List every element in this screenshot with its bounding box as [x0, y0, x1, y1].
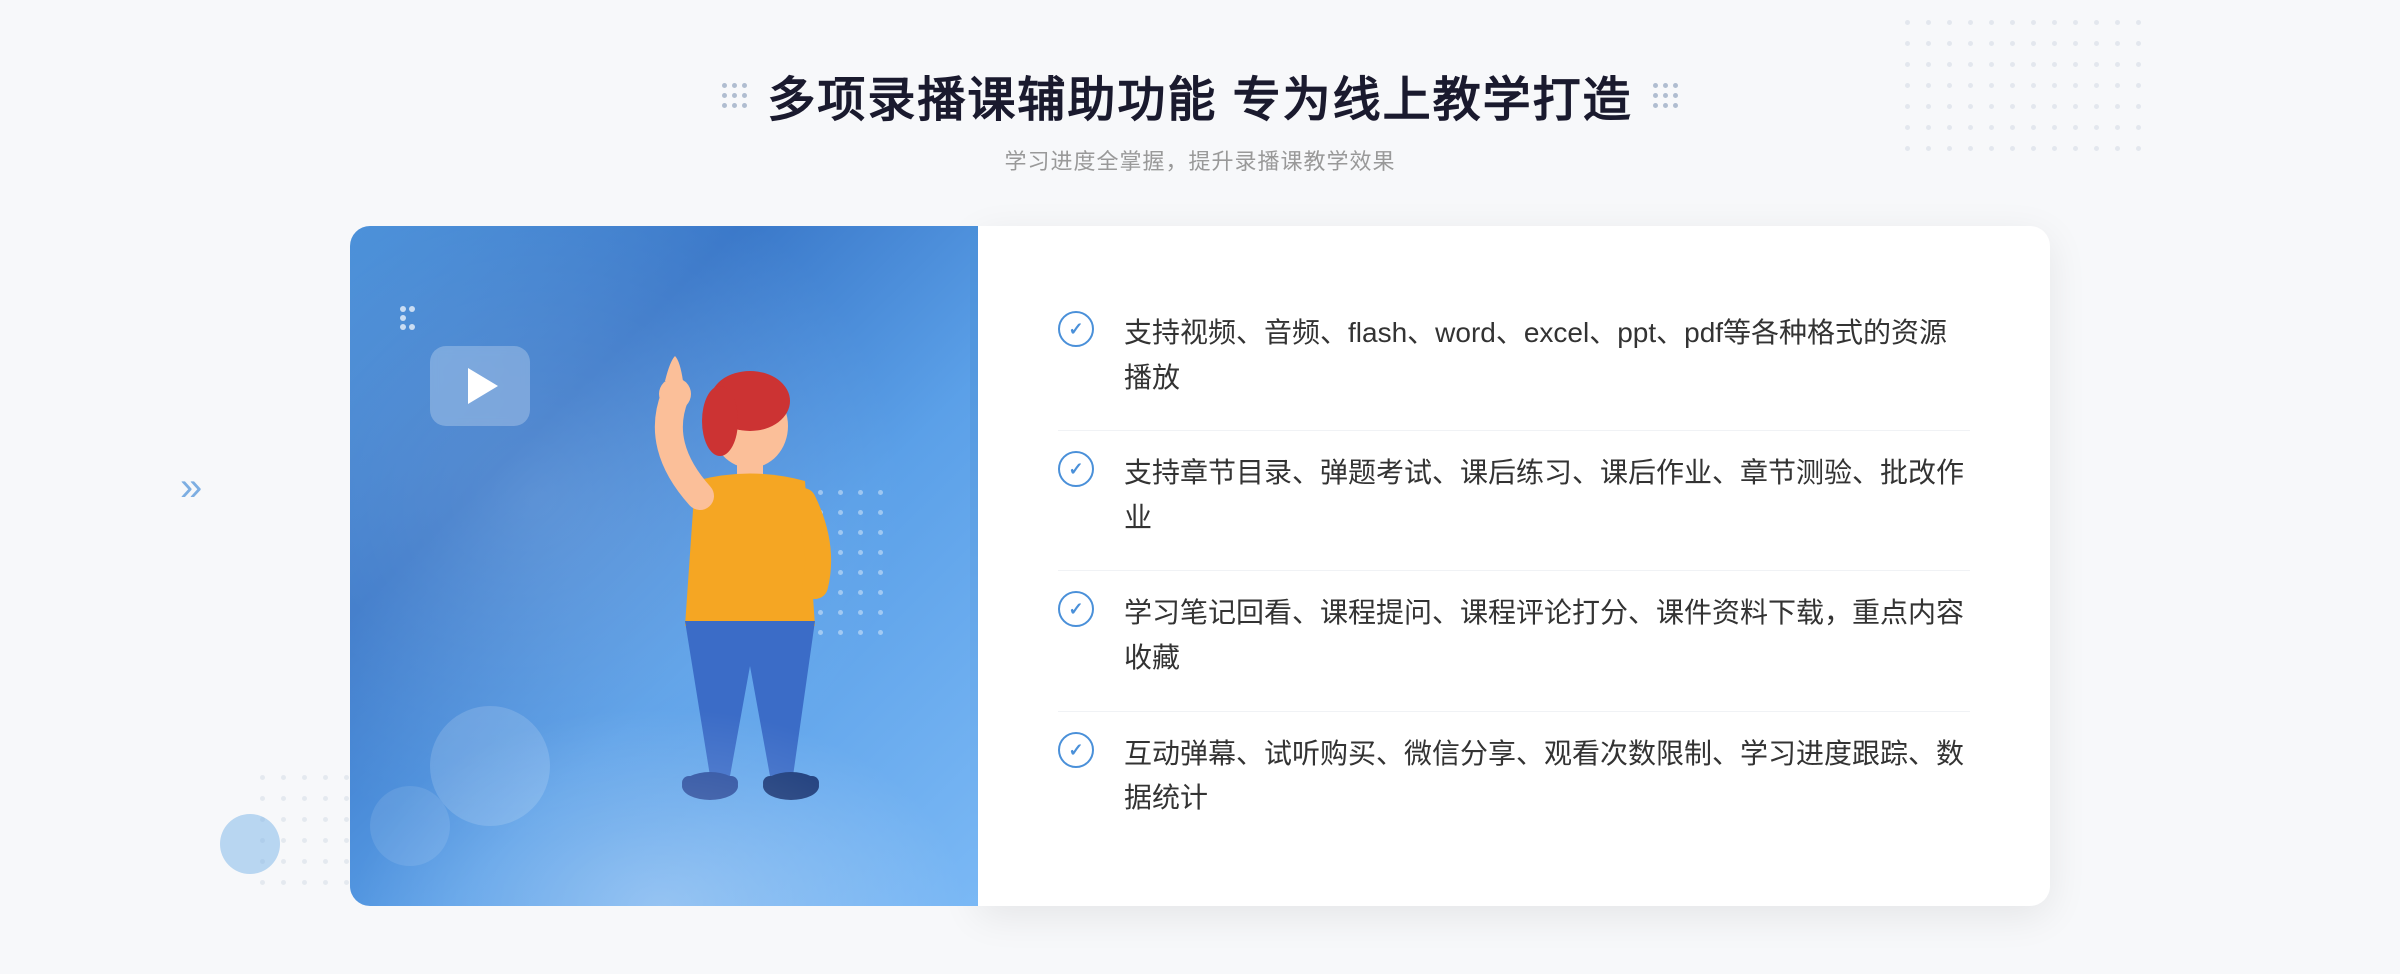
- check-icon-2: ✓: [1058, 451, 1094, 487]
- decorative-dots-right: [1653, 83, 1678, 108]
- feature-item-1: ✓ 支持视频、音频、flash、word、excel、ppt、pdf等各种格式的…: [1058, 291, 1970, 421]
- page-header: 多项录播课辅助功能 专为线上教学打造 学习进度全掌握，提升录播课教学效果: [722, 60, 1677, 176]
- check-icon-1: ✓: [1058, 311, 1094, 347]
- bottom-circle-decoration: [220, 814, 280, 874]
- feature-item-4: ✓ 互动弹幕、试听购买、微信分享、观看次数限制、学习进度跟踪、数据统计: [1058, 711, 1970, 842]
- feature-item-3: ✓ 学习笔记回看、课程提问、课程评论打分、课件资料下载，重点内容收藏: [1058, 570, 1970, 701]
- check-icon-4: ✓: [1058, 732, 1094, 768]
- chevron-icon: »: [180, 467, 202, 507]
- feature-item-2: ✓ 支持章节目录、弹题考试、课后练习、课后作业、章节测验、批改作业: [1058, 430, 1970, 561]
- page-wrapper: // Inline generation not possible, use C…: [0, 0, 2400, 974]
- title-row: 多项录播课辅助功能 专为线上教学打造: [722, 60, 1677, 130]
- feature-text-1: 支持视频、音频、flash、word、excel、ppt、pdf等各种格式的资源…: [1124, 311, 1970, 401]
- left-illustration-panel: [350, 226, 970, 906]
- check-icon-3: ✓: [1058, 591, 1094, 627]
- sparkle-decoration: [400, 306, 415, 330]
- feature-text-3: 学习笔记回看、课程提问、课程评论打分、课件资料下载，重点内容收藏: [1124, 591, 1970, 681]
- video-play-icon: [430, 346, 530, 426]
- card-accent-bar: [970, 226, 978, 906]
- left-decoration: »: [180, 467, 202, 507]
- feature-text-2: 支持章节目录、弹题考试、课后练习、课后作业、章节测验、批改作业: [1124, 451, 1970, 541]
- decorative-dots-left: [722, 83, 747, 108]
- circle-decoration-1: [430, 706, 550, 826]
- main-content: ✓ 支持视频、音频、flash、word、excel、ppt、pdf等各种格式的…: [350, 226, 2050, 906]
- circle-decoration-2: [370, 786, 450, 866]
- feature-text-4: 互动弹幕、试听购买、微信分享、观看次数限制、学习进度跟踪、数据统计: [1124, 732, 1970, 822]
- play-triangle: [468, 368, 498, 404]
- page-subtitle: 学习进度全掌握，提升录播课教学效果: [722, 144, 1677, 176]
- features-panel: ✓ 支持视频、音频、flash、word、excel、ppt、pdf等各种格式的…: [978, 226, 2050, 906]
- person-illustration: [555, 346, 905, 906]
- page-title: 多项录播课辅助功能 专为线上教学打造: [767, 60, 1632, 130]
